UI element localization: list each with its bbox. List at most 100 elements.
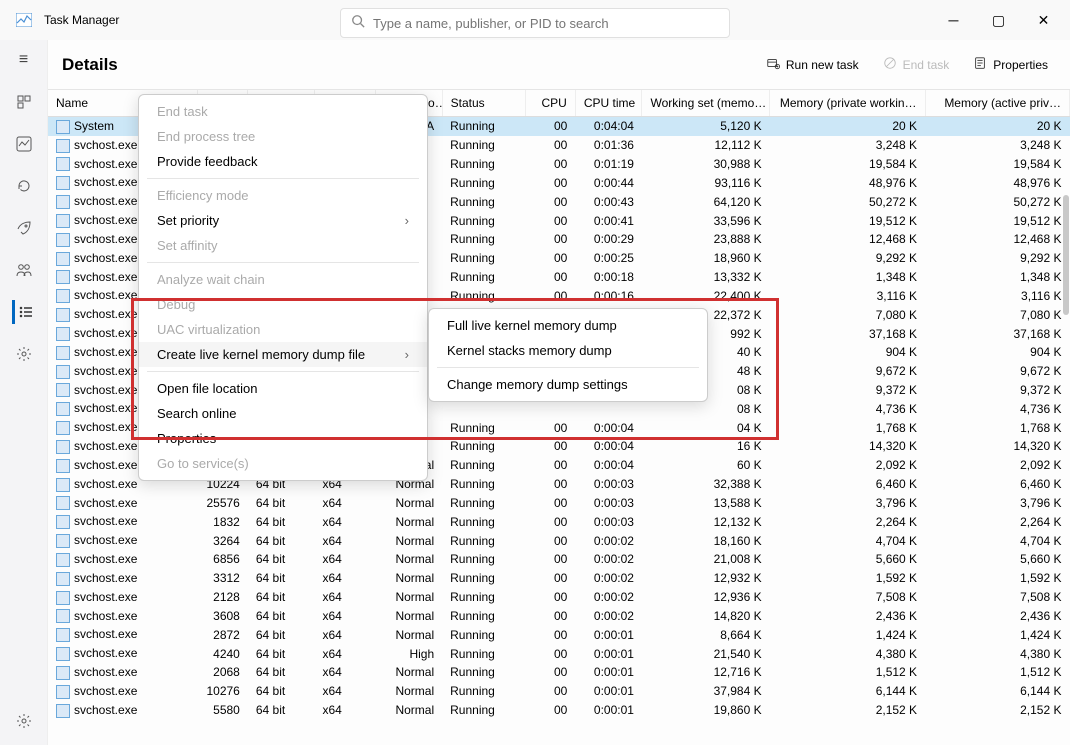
cell: x64 xyxy=(314,588,375,607)
services-icon[interactable] xyxy=(12,342,36,366)
cell: 00 xyxy=(525,607,575,626)
maximize-button[interactable]: ▢ xyxy=(976,0,1021,40)
process-table[interactable]: NamePIDPlatformArchite…Base prio…StatusC… xyxy=(48,90,1070,745)
cell: 1,348 K xyxy=(770,268,925,287)
cell: svchost.exe xyxy=(48,682,198,701)
table-row[interactable]: svchost.exe287264 bitx64NormalRunning000… xyxy=(48,625,1070,644)
menu-item[interactable]: Kernel stacks memory dump xyxy=(429,338,707,363)
table-row[interactable]: svchost.exe424064 bitx64HighRunning000:0… xyxy=(48,644,1070,663)
search-box[interactable] xyxy=(340,8,730,38)
minimize-button[interactable]: ─ xyxy=(931,0,976,40)
table-row[interactable]: svchost.exe212864 bitx64NormalRunning000… xyxy=(48,588,1070,607)
hamburger-icon[interactable]: ≡ xyxy=(12,48,36,72)
column-header[interactable]: CPU time xyxy=(575,90,642,117)
cell: 64 bit xyxy=(248,644,315,663)
cell: 37,984 K xyxy=(642,682,770,701)
cell: svchost.exe xyxy=(48,644,198,663)
cell: Running xyxy=(442,607,525,626)
table-row[interactable]: svchost.exe1027664 bitx64NormalRunning00… xyxy=(48,682,1070,701)
column-header[interactable]: CPU xyxy=(525,90,575,117)
process-icon xyxy=(56,157,70,171)
menu-item[interactable]: Search online xyxy=(139,401,427,426)
table-row[interactable]: svchost.exe183264 bitx64NormalRunning000… xyxy=(48,512,1070,531)
menu-item[interactable]: Set priority› xyxy=(139,208,427,233)
process-icon xyxy=(56,609,70,623)
cell: 6,144 K xyxy=(770,682,925,701)
column-header[interactable]: Memory (active priv… xyxy=(925,90,1069,117)
table-row[interactable]: svchost.exe558064 bitx64NormalRunning000… xyxy=(48,701,1070,720)
startup-icon[interactable] xyxy=(12,216,36,240)
cell: 0:00:01 xyxy=(575,625,642,644)
cell: 00 xyxy=(525,701,575,720)
settings-icon[interactable] xyxy=(12,709,36,733)
cell: Normal xyxy=(376,682,443,701)
table-row[interactable]: svchost.exe206864 bitx64NormalRunning000… xyxy=(48,663,1070,682)
cell: 1,424 K xyxy=(925,625,1069,644)
column-header[interactable]: Working set (memo… xyxy=(642,90,770,117)
menu-item[interactable]: Change memory dump settings xyxy=(429,372,707,397)
run-new-task-button[interactable]: Run new task xyxy=(758,50,867,79)
menu-item[interactable]: Provide feedback xyxy=(139,149,427,174)
table-row[interactable]: svchost.exe685664 bitx64NormalRunning000… xyxy=(48,550,1070,569)
scrollbar-thumb[interactable] xyxy=(1063,195,1069,315)
process-icon xyxy=(56,647,70,661)
menu-item[interactable]: Full live kernel memory dump xyxy=(429,313,707,338)
cell: 00 xyxy=(525,286,575,305)
cell: 3,796 K xyxy=(925,494,1069,513)
processes-icon[interactable] xyxy=(12,90,36,114)
cell: 16 K xyxy=(642,437,770,456)
cell: 12,716 K xyxy=(642,663,770,682)
close-button[interactable]: ✕ xyxy=(1021,0,1066,40)
chevron-right-icon: › xyxy=(405,213,409,228)
cell: 0:00:16 xyxy=(575,286,642,305)
menu-item[interactable]: Open file location xyxy=(139,376,427,401)
table-row[interactable]: svchost.exe360864 bitx64NormalRunning000… xyxy=(48,607,1070,626)
process-icon xyxy=(56,685,70,699)
history-icon[interactable] xyxy=(12,174,36,198)
cell: x64 xyxy=(314,494,375,513)
table-row[interactable]: svchost.exe331264 bitx64NormalRunning000… xyxy=(48,569,1070,588)
cell: Running xyxy=(442,588,525,607)
sidebar: ≡ xyxy=(0,40,48,745)
cell: Running xyxy=(442,512,525,531)
cell: 2,264 K xyxy=(925,512,1069,531)
column-header[interactable]: Status xyxy=(442,90,525,117)
users-icon[interactable] xyxy=(12,258,36,282)
cell: 7,080 K xyxy=(770,305,925,324)
cell: 8,664 K xyxy=(642,625,770,644)
cell: 0:00:44 xyxy=(575,173,642,192)
cell: 3,796 K xyxy=(770,494,925,513)
cell: Normal xyxy=(376,625,443,644)
cell: 2,264 K xyxy=(770,512,925,531)
cell: Running xyxy=(442,625,525,644)
cell: Running xyxy=(442,456,525,475)
cell: x64 xyxy=(314,663,375,682)
cell: 6,144 K xyxy=(925,682,1069,701)
menu-item[interactable]: Create live kernel memory dump file› xyxy=(139,342,427,367)
cell: 37,168 K xyxy=(925,324,1069,343)
end-label: End task xyxy=(903,58,950,72)
process-icon xyxy=(56,704,70,718)
context-menu[interactable]: End taskEnd process treeProvide feedback… xyxy=(138,94,428,481)
cell: 4,736 K xyxy=(925,399,1069,418)
menu-item: Analyze wait chain xyxy=(139,267,427,292)
cell: 3,116 K xyxy=(770,286,925,305)
details-icon[interactable] xyxy=(12,300,36,324)
table-row[interactable]: svchost.exe326464 bitx64NormalRunning000… xyxy=(48,531,1070,550)
process-icon xyxy=(56,553,70,567)
cell: 9,292 K xyxy=(925,249,1069,268)
context-submenu[interactable]: Full live kernel memory dumpKernel stack… xyxy=(428,308,708,402)
cell: Normal xyxy=(376,607,443,626)
properties-button[interactable]: Properties xyxy=(965,50,1056,79)
performance-icon[interactable] xyxy=(12,132,36,156)
cell: 0:00:04 xyxy=(575,437,642,456)
search-input[interactable] xyxy=(373,16,719,31)
cell: 904 K xyxy=(770,343,925,362)
cell: 64,120 K xyxy=(642,192,770,211)
table-row[interactable]: svchost.exe2557664 bitx64NormalRunning00… xyxy=(48,494,1070,513)
cell: 1,592 K xyxy=(925,569,1069,588)
column-header[interactable]: Memory (private workin… xyxy=(770,90,925,117)
cell: 9,372 K xyxy=(925,381,1069,400)
menu-item[interactable]: Properties xyxy=(139,426,427,451)
cell: 0:00:41 xyxy=(575,211,642,230)
